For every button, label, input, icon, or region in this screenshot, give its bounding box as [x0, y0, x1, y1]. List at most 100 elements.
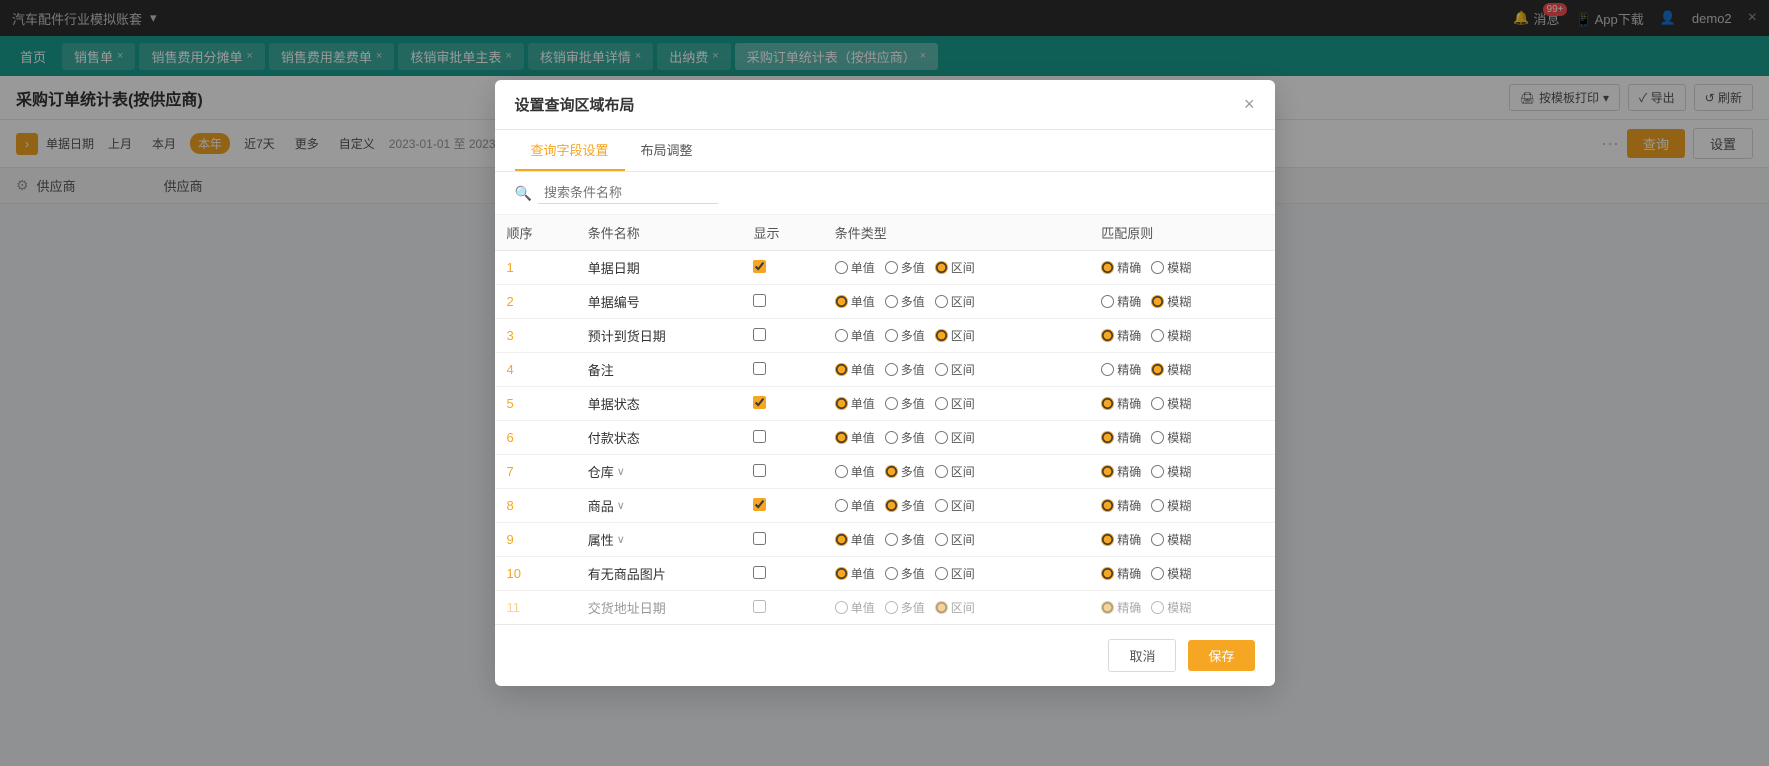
match-radio-模糊-7[interactable]: 模糊: [1151, 497, 1191, 514]
match-radio-模糊-2[interactable]: 模糊: [1151, 327, 1191, 344]
row-display-10[interactable]: [741, 591, 822, 625]
type-radio-区间-8[interactable]: 区间: [935, 531, 975, 548]
type-radio-多值-3[interactable]: 多值: [885, 361, 925, 378]
row-display-0[interactable]: [741, 251, 822, 285]
match-radio-精确-0[interactable]: 精确: [1101, 259, 1141, 276]
type-radio-单值-6[interactable]: 单值: [835, 463, 875, 480]
dialog-tab-query-fields[interactable]: 查询字段设置: [515, 130, 625, 171]
type-radio-单值-8[interactable]: 单值: [835, 531, 875, 548]
type-radio-单值-1[interactable]: 单值: [835, 293, 875, 310]
row-display-5[interactable]: [741, 421, 822, 455]
row-name-1: 单据编号: [576, 285, 742, 319]
display-checkbox-6[interactable]: [753, 464, 766, 477]
display-checkbox-8[interactable]: [753, 532, 766, 545]
dialog-tabs: 查询字段设置 布局调整: [495, 130, 1275, 172]
match-radio-模糊-0[interactable]: 模糊: [1151, 259, 1191, 276]
save-button[interactable]: 保存: [1188, 640, 1254, 671]
match-radio-模糊-9[interactable]: 模糊: [1151, 565, 1191, 582]
match-radio-精确-6[interactable]: 精确: [1101, 463, 1141, 480]
type-radio-区间-5[interactable]: 区间: [935, 429, 975, 446]
type-radio-单值-7[interactable]: 单值: [835, 497, 875, 514]
match-radio-模糊-5[interactable]: 模糊: [1151, 429, 1191, 446]
type-radio-单值-3[interactable]: 单值: [835, 361, 875, 378]
display-checkbox-9[interactable]: [753, 566, 766, 579]
match-radio-精确-5[interactable]: 精确: [1101, 429, 1141, 446]
type-radio-单值-0[interactable]: 单值: [835, 259, 875, 276]
dialog-close-button[interactable]: ×: [1244, 94, 1255, 115]
type-radio-多值-1[interactable]: 多值: [885, 293, 925, 310]
dialog-header: 设置查询区域布局 ×: [495, 80, 1275, 130]
row-name-0: 单据日期: [576, 251, 742, 285]
type-radio-区间-3[interactable]: 区间: [935, 361, 975, 378]
dialog-footer: 取消 保存: [495, 624, 1275, 686]
match-radio-模糊-8[interactable]: 模糊: [1151, 531, 1191, 548]
type-radio-区间-4[interactable]: 区间: [935, 395, 975, 412]
display-checkbox-3[interactable]: [753, 362, 766, 375]
display-checkbox-10[interactable]: [753, 600, 766, 613]
type-radio-多值-0[interactable]: 多值: [885, 259, 925, 276]
display-checkbox-7[interactable]: [753, 498, 766, 511]
match-radio-模糊-4[interactable]: 模糊: [1151, 395, 1191, 412]
row-type-3: 单值多值区间: [823, 353, 1090, 387]
match-radio-模糊-6[interactable]: 模糊: [1151, 463, 1191, 480]
type-radio-多值-10[interactable]: 多值: [885, 599, 925, 616]
row-name-6: 仓库 ∨: [576, 455, 742, 489]
match-radio-精确-10[interactable]: 精确: [1101, 599, 1141, 616]
row-display-2[interactable]: [741, 319, 822, 353]
row-display-7[interactable]: [741, 489, 822, 523]
expand-icon[interactable]: ∨: [617, 499, 625, 512]
match-radio-模糊-3[interactable]: 模糊: [1151, 361, 1191, 378]
type-radio-单值-2[interactable]: 单值: [835, 327, 875, 344]
expand-icon[interactable]: ∨: [617, 465, 625, 478]
type-radio-区间-9[interactable]: 区间: [935, 565, 975, 582]
row-display-4[interactable]: [741, 387, 822, 421]
row-order-2: 3: [495, 319, 576, 353]
row-display-1[interactable]: [741, 285, 822, 319]
type-radio-区间-2[interactable]: 区间: [935, 327, 975, 344]
match-radio-模糊-1[interactable]: 模糊: [1151, 293, 1191, 310]
row-match-2: 精确模糊: [1089, 319, 1274, 353]
match-radio-精确-9[interactable]: 精确: [1101, 565, 1141, 582]
type-radio-多值-4[interactable]: 多值: [885, 395, 925, 412]
cancel-button[interactable]: 取消: [1108, 639, 1176, 672]
match-radio-精确-3[interactable]: 精确: [1101, 361, 1141, 378]
row-display-6[interactable]: [741, 455, 822, 489]
row-match-0: 精确模糊: [1089, 251, 1274, 285]
type-radio-多值-8[interactable]: 多值: [885, 531, 925, 548]
display-checkbox-1[interactable]: [753, 294, 766, 307]
row-name-8: 属性 ∨: [576, 523, 742, 557]
type-radio-区间-6[interactable]: 区间: [935, 463, 975, 480]
type-radio-多值-9[interactable]: 多值: [885, 565, 925, 582]
type-radio-单值-9[interactable]: 单值: [835, 565, 875, 582]
type-radio-区间-10[interactable]: 区间: [935, 599, 975, 616]
match-radio-精确-4[interactable]: 精确: [1101, 395, 1141, 412]
display-checkbox-5[interactable]: [753, 430, 766, 443]
type-radio-多值-5[interactable]: 多值: [885, 429, 925, 446]
type-radio-多值-7[interactable]: 多值: [885, 497, 925, 514]
match-radio-精确-1[interactable]: 精确: [1101, 293, 1141, 310]
type-radio-多值-6[interactable]: 多值: [885, 463, 925, 480]
row-display-3[interactable]: [741, 353, 822, 387]
display-checkbox-2[interactable]: [753, 328, 766, 341]
type-radio-区间-1[interactable]: 区间: [935, 293, 975, 310]
row-display-9[interactable]: [741, 557, 822, 591]
row-display-8[interactable]: [741, 523, 822, 557]
display-checkbox-4[interactable]: [753, 396, 766, 409]
type-radio-单值-10[interactable]: 单值: [835, 599, 875, 616]
type-radio-区间-0[interactable]: 区间: [935, 259, 975, 276]
match-radio-精确-8[interactable]: 精确: [1101, 531, 1141, 548]
display-checkbox-0[interactable]: [753, 260, 766, 273]
type-radio-单值-5[interactable]: 单值: [835, 429, 875, 446]
match-radio-精确-7[interactable]: 精确: [1101, 497, 1141, 514]
type-radio-单值-4[interactable]: 单值: [835, 395, 875, 412]
match-radio-模糊-10[interactable]: 模糊: [1151, 599, 1191, 616]
dialog-tab-layout[interactable]: 布局调整: [625, 130, 709, 171]
expand-icon[interactable]: ∨: [617, 533, 625, 546]
row-type-9: 单值多值区间: [823, 557, 1090, 591]
match-radio-精确-2[interactable]: 精确: [1101, 327, 1141, 344]
type-radio-多值-2[interactable]: 多值: [885, 327, 925, 344]
col-header-order: 顺序: [495, 215, 576, 251]
type-radio-区间-7[interactable]: 区间: [935, 497, 975, 514]
condition-search-input[interactable]: [538, 182, 718, 204]
col-header-condition-name: 条件名称: [576, 215, 742, 251]
